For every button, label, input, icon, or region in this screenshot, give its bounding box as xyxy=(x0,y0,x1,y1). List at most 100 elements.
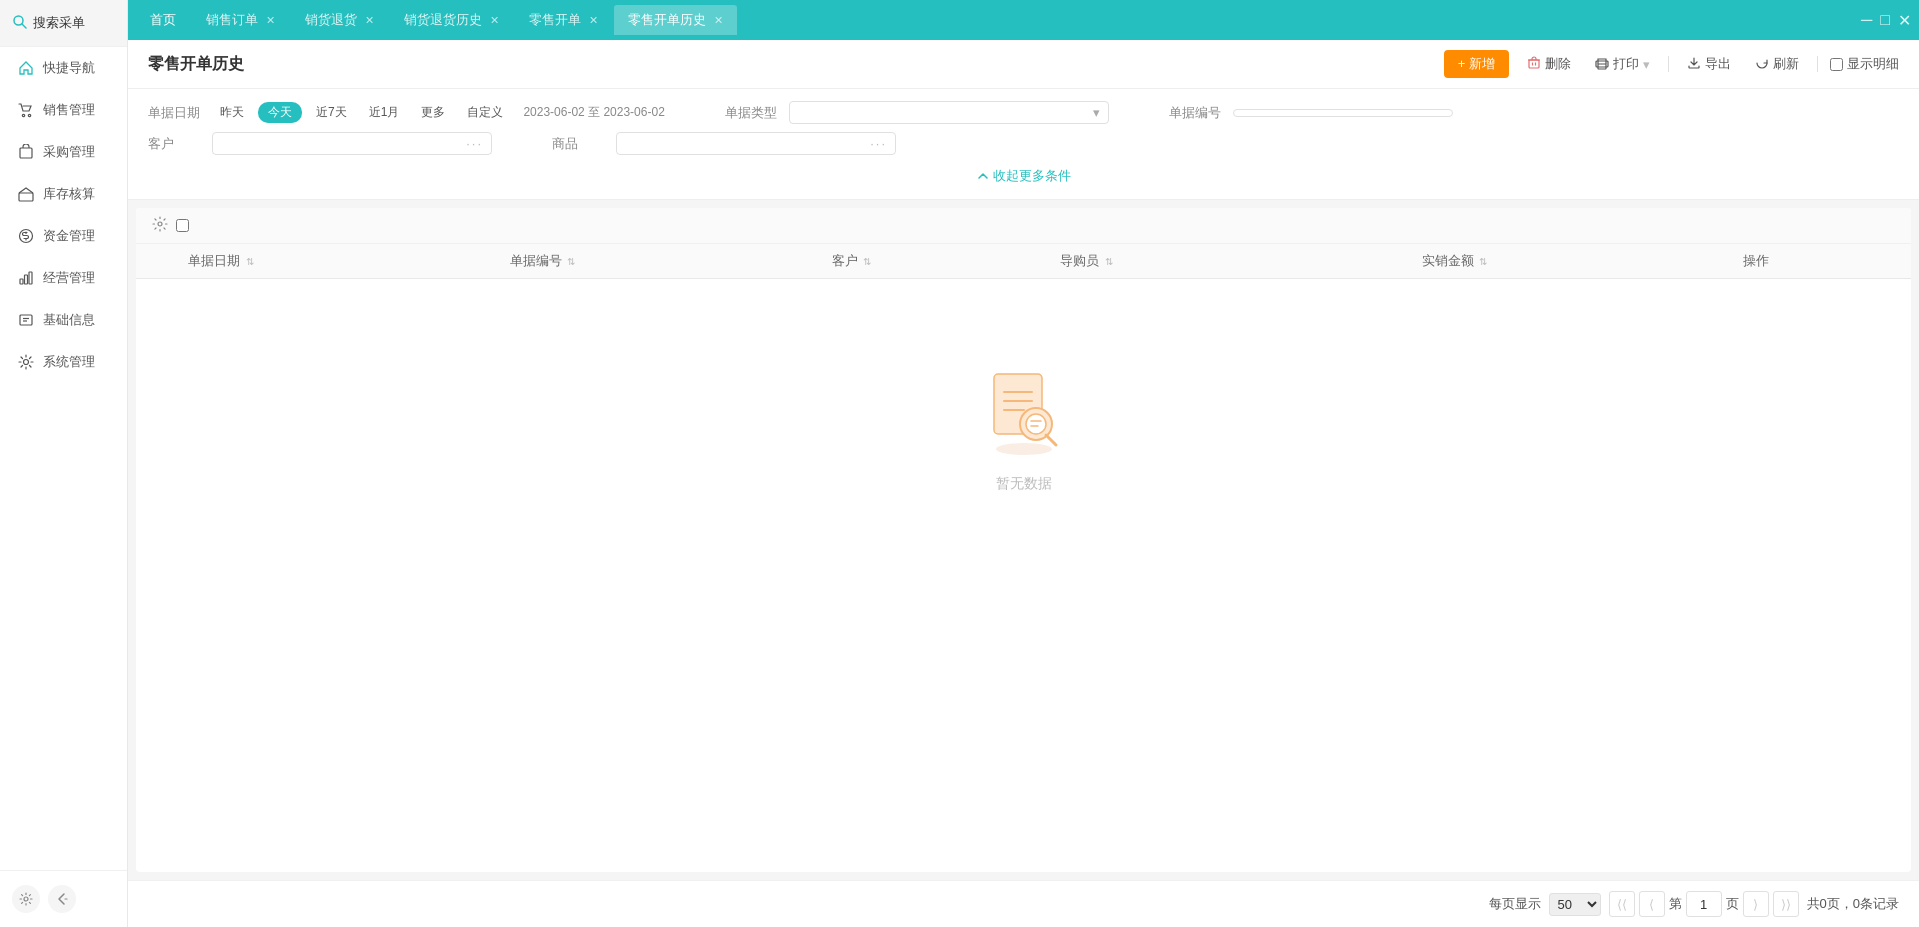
delete-button[interactable]: 删除 xyxy=(1521,51,1577,77)
th-amount-label: 实销金额 xyxy=(1422,253,1474,268)
close-tab-sales-return[interactable]: ✕ xyxy=(365,14,374,27)
table-select-all[interactable] xyxy=(176,219,189,232)
date-btn-yesterday[interactable]: 昨天 xyxy=(212,102,252,123)
pg-prev-btn[interactable]: ⟨ xyxy=(1639,891,1665,917)
tab-sales-return-history-label: 销货退货历史 xyxy=(404,11,482,29)
pagination-nav: ⟨⟨ ⟨ 第 页 ⟩ ⟩⟩ xyxy=(1609,891,1799,917)
date-btn-custom[interactable]: 自定义 xyxy=(459,102,511,123)
display-detail-checkbox[interactable]: 显示明细 xyxy=(1830,55,1899,73)
home-icon xyxy=(17,59,35,77)
sort-arrows-customer: ⇅ xyxy=(863,256,871,267)
close-tab-retail-history[interactable]: ✕ xyxy=(714,14,723,27)
page-title: 零售开单历史 xyxy=(148,54,244,75)
type-filter-input[interactable]: ▾ xyxy=(789,101,1109,124)
svg-rect-10 xyxy=(20,315,32,325)
pg-last-btn[interactable]: ⟩⟩ xyxy=(1773,891,1799,917)
per-page-select[interactable]: 50 10 20 100 xyxy=(1549,893,1601,916)
collapse-icon xyxy=(977,170,989,182)
close-tab-sales-order[interactable]: ✕ xyxy=(266,14,275,27)
sidebar-item-label: 库存核算 xyxy=(43,185,95,203)
sidebar: 搜索采单 快捷导航 销售管理 xyxy=(0,0,128,927)
pg-suffix: 页 xyxy=(1726,895,1739,913)
print-arrow: ▾ xyxy=(1643,57,1650,72)
table-settings-icon[interactable] xyxy=(152,216,168,235)
sidebar-item-inventory[interactable]: 库存核算 xyxy=(0,173,127,215)
sidebar-item-system[interactable]: 系统管理 xyxy=(0,341,127,383)
add-button[interactable]: + 新增 xyxy=(1444,50,1509,78)
tab-bar: 首页 销售订单 ✕ 销货退货 ✕ 销货退货历史 ✕ 零售开单 ✕ 零售开单历史 … xyxy=(128,0,1919,40)
pg-first-btn[interactable]: ⟨⟨ xyxy=(1609,891,1635,917)
filter-row-1: 单据日期 昨天 今天 近7天 近1月 更多 自定义 2023-06-02 至 2… xyxy=(148,101,1899,124)
sidebar-search[interactable]: 搜索采单 xyxy=(0,0,127,47)
pg-next-btn[interactable]: ⟩ xyxy=(1743,891,1769,917)
svg-point-3 xyxy=(28,114,30,116)
th-spacer xyxy=(1323,244,1409,279)
th-date[interactable]: 单据日期 ⇅ xyxy=(176,244,498,279)
tab-home[interactable]: 首页 xyxy=(136,5,190,35)
window-minimize-icon[interactable]: ─ xyxy=(1861,11,1872,29)
sidebar-item-basic-info[interactable]: 基础信息 xyxy=(0,299,127,341)
print-button[interactable]: 打印 ▾ xyxy=(1589,51,1656,77)
svg-point-22 xyxy=(158,222,162,226)
pg-input[interactable] xyxy=(1686,891,1722,917)
sidebar-item-operations[interactable]: 经营管理 xyxy=(0,257,127,299)
collapse-bar[interactable]: 收起更多条件 xyxy=(148,163,1899,187)
table-toolbar-left xyxy=(152,216,189,235)
sidebar-item-label: 基础信息 xyxy=(43,311,95,329)
table-section: 单据日期 ⇅ 单据编号 ⇅ 客户 ⇅ 导购员 ⇅ xyxy=(136,208,1911,872)
collapse-label: 收起更多条件 xyxy=(993,167,1071,185)
sidebar-item-finance[interactable]: 资金管理 xyxy=(0,215,127,257)
th-amount[interactable]: 实销金额 ⇅ xyxy=(1410,244,1732,279)
sort-arrows-amount: ⇅ xyxy=(1479,256,1487,267)
table-header-row: 单据日期 ⇅ 单据编号 ⇅ 客户 ⇅ 导购员 ⇅ xyxy=(136,244,1911,279)
search-icon xyxy=(12,14,27,32)
date-btn-today[interactable]: 今天 xyxy=(258,102,302,123)
date-btn-1month[interactable]: 近1月 xyxy=(361,102,408,123)
tab-home-label: 首页 xyxy=(150,11,176,29)
filter-dates: 昨天 今天 近7天 近1月 更多 自定义 xyxy=(212,102,511,123)
display-detail-input[interactable] xyxy=(1830,58,1843,71)
refresh-button[interactable]: 刷新 xyxy=(1749,51,1805,77)
sidebar-item-quick-nav[interactable]: 快捷导航 xyxy=(0,47,127,89)
goods-dots: ··· xyxy=(870,136,887,151)
sidebar-item-label: 销售管理 xyxy=(43,101,95,119)
toolbar-divider xyxy=(1668,56,1669,72)
svg-line-31 xyxy=(1046,435,1056,445)
tab-sales-return-history[interactable]: 销货退货历史 ✕ xyxy=(390,5,513,35)
th-customer[interactable]: 客户 ⇅ xyxy=(820,244,1048,279)
settings-bottom-icon[interactable] xyxy=(12,885,40,913)
sidebar-item-sales-mgmt[interactable]: 销售管理 xyxy=(0,89,127,131)
svg-point-23 xyxy=(996,443,1052,455)
collapse-sidebar-icon[interactable] xyxy=(48,885,76,913)
date-range-text: 2023-06-02 至 2023-06-02 xyxy=(523,104,664,121)
type-filter-arrow: ▾ xyxy=(1093,105,1100,120)
tab-sales-return[interactable]: 销货退货 ✕ xyxy=(291,5,388,35)
page-header: 零售开单历史 + 新增 删除 xyxy=(128,40,1919,89)
tab-retail-history[interactable]: 零售开单历史 ✕ xyxy=(614,5,737,35)
sidebar-item-purchase-mgmt[interactable]: 采购管理 xyxy=(0,131,127,173)
customer-filter-label: 客户 xyxy=(148,135,204,153)
window-maximize-icon[interactable]: □ xyxy=(1880,11,1890,29)
sort-arrows-salesperson: ⇅ xyxy=(1105,256,1113,267)
date-btn-more[interactable]: 更多 xyxy=(413,102,453,123)
date-btn-7days[interactable]: 近7天 xyxy=(308,102,355,123)
close-tab-retail-open[interactable]: ✕ xyxy=(589,14,598,27)
window-close-icon[interactable]: ✕ xyxy=(1898,11,1911,30)
goods-filter-input[interactable]: ··· xyxy=(616,132,896,155)
customer-filter-input[interactable]: ··· xyxy=(212,132,492,155)
type-filter-label: 单据类型 xyxy=(725,104,781,122)
tab-sales-order[interactable]: 销售订单 ✕ xyxy=(192,5,289,35)
export-button[interactable]: 导出 xyxy=(1681,51,1737,77)
tab-retail-open[interactable]: 零售开单 ✕ xyxy=(515,5,612,35)
pagination: 每页显示 50 10 20 100 ⟨⟨ ⟨ 第 页 ⟩ ⟩⟩ 共0页，0条记录 xyxy=(128,880,1919,927)
th-customer-label: 客户 xyxy=(832,253,858,268)
th-number[interactable]: 单据编号 ⇅ xyxy=(498,244,820,279)
number-filter-input[interactable] xyxy=(1233,109,1453,117)
th-number-label: 单据编号 xyxy=(510,253,562,268)
th-salesperson[interactable]: 导购员 ⇅ xyxy=(1048,244,1323,279)
close-tab-sales-return-history[interactable]: ✕ xyxy=(490,14,499,27)
sidebar-item-label: 快捷导航 xyxy=(43,59,95,77)
svg-point-14 xyxy=(24,897,28,901)
cart-icon xyxy=(17,101,35,119)
number-filter-label: 单据编号 xyxy=(1169,104,1225,122)
